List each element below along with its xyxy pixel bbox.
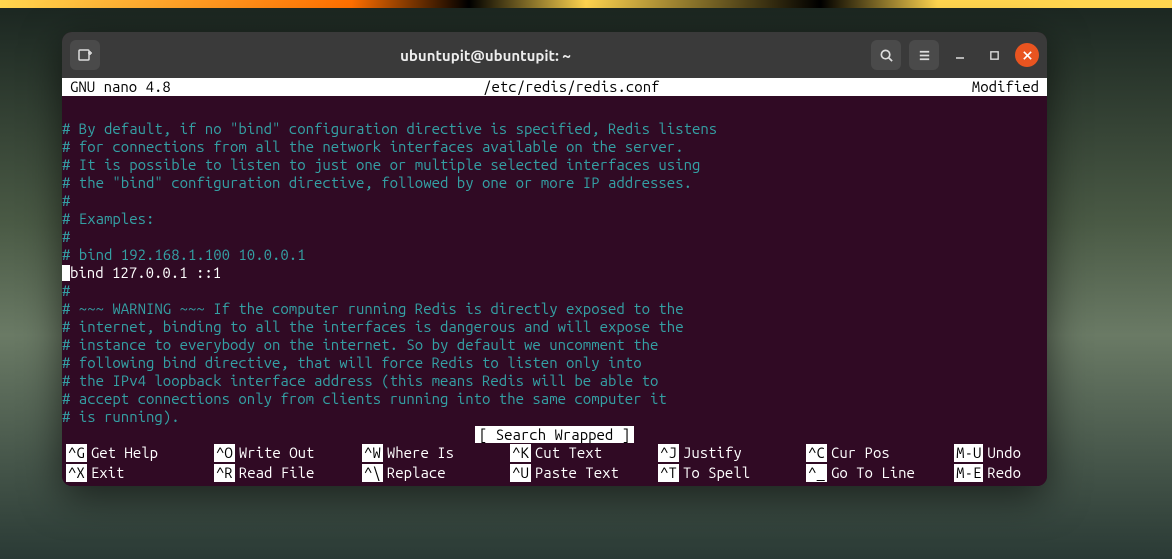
editor-line: # ~~~ WARNING ~~~ If the computer runnin… — [62, 300, 1047, 318]
shortcut-item: ^XExit — [66, 464, 214, 482]
shortcut-item: ^WWhere Is — [362, 444, 510, 462]
editor-line: # By default, if no "bind" configuration… — [62, 120, 1047, 138]
editor-line: # accept connections only from clients r… — [62, 390, 1047, 408]
editor-line: # Examples: — [62, 210, 1047, 228]
minimize-button[interactable] — [947, 42, 973, 68]
shortcut-label: Go To Line — [831, 464, 915, 482]
shortcut-label: Cur Pos — [831, 444, 890, 462]
editor-line: # It is possible to listen to just one o… — [62, 156, 1047, 174]
editor-line: # — [62, 282, 1047, 300]
shortcut-key: ^G — [66, 444, 87, 462]
shortcut-item: M-UUndo — [954, 444, 1043, 462]
shortcut-label: Exit — [91, 464, 125, 482]
terminal-body[interactable]: GNU nano 4.8 /etc/redis/redis.conf Modif… — [62, 78, 1047, 486]
window-titlebar[interactable]: ubuntupit@ubuntupit: ~ — [62, 32, 1047, 78]
editor-line: # — [62, 192, 1047, 210]
shortcut-item: ^GGet Help — [66, 444, 214, 462]
shortcut-label: Paste Text — [535, 464, 619, 482]
shortcut-key: ^W — [362, 444, 383, 462]
shortcut-key: ^X — [66, 464, 87, 482]
shortcut-label: Write Out — [239, 444, 315, 462]
shortcut-key: M-E — [954, 464, 983, 482]
shortcut-item: ^_Go To Line — [806, 464, 954, 482]
search-button[interactable] — [871, 40, 901, 70]
editor-line: # bind 192.168.1.100 10.0.0.1 — [62, 246, 1047, 264]
editor-line: bind 127.0.0.1 ::1 — [62, 264, 1047, 282]
editor-line: # following bind directive, that will fo… — [62, 354, 1047, 372]
shortcut-label: Replace — [387, 464, 446, 482]
shortcut-item: ^CCur Pos — [806, 444, 954, 462]
shortcut-label: Where Is — [387, 444, 454, 462]
shortcut-key: ^U — [510, 464, 531, 482]
shortcut-label: Cut Text — [535, 444, 602, 462]
shortcut-label: To Spell — [683, 464, 750, 482]
shortcut-key: ^T — [658, 464, 679, 482]
maximize-button[interactable] — [981, 42, 1007, 68]
shortcut-label: Read File — [239, 464, 315, 482]
shortcut-item: ^\Replace — [362, 464, 510, 482]
shortcut-label: Redo — [987, 464, 1021, 482]
shortcut-key: ^_ — [806, 464, 827, 482]
nano-modified-label: Modified — [972, 78, 1047, 96]
shortcut-item: ^KCut Text — [510, 444, 658, 462]
shortcut-key: ^J — [658, 444, 679, 462]
editor-line: # is running). — [62, 408, 1047, 426]
editor-line — [62, 102, 1047, 120]
shortcut-key: ^C — [806, 444, 827, 462]
close-button[interactable] — [1015, 43, 1039, 67]
shortcut-label: Justify — [683, 444, 742, 462]
shortcut-row-2: ^XExit^RRead File^\Replace^UPaste Text^T… — [62, 464, 1047, 484]
shortcut-item: ^JJustify — [658, 444, 806, 462]
window-title: ubuntupit@ubuntupit: ~ — [106, 47, 865, 64]
shortcut-label: Get Help — [91, 444, 158, 462]
editor-line: # for connections from all the network i… — [62, 138, 1047, 156]
editor-content[interactable]: # By default, if no "bind" configuration… — [62, 96, 1047, 426]
shortcut-key: ^R — [214, 464, 235, 482]
editor-line: # — [62, 228, 1047, 246]
new-tab-button[interactable] — [70, 40, 100, 70]
shortcut-item: ^UPaste Text — [510, 464, 658, 482]
shortcut-row-1: ^GGet Help^OWrite Out^WWhere Is^KCut Tex… — [62, 444, 1047, 464]
shortcut-key: M-U — [954, 444, 983, 462]
editor-line: # the "bind" configuration directive, fo… — [62, 174, 1047, 192]
shortcut-item: ^OWrite Out — [214, 444, 362, 462]
shortcut-item: ^RRead File — [214, 464, 362, 482]
editor-line: # instance to everybody on the internet.… — [62, 336, 1047, 354]
shortcut-key: ^\ — [362, 464, 383, 482]
shortcut-key: ^O — [214, 444, 235, 462]
shortcut-item: M-ERedo — [954, 464, 1043, 482]
nano-app-name: GNU nano 4.8 — [62, 78, 171, 96]
shortcut-key: ^K — [510, 444, 531, 462]
editor-line: # internet, binding to all the interface… — [62, 318, 1047, 336]
nano-status-bar: GNU nano 4.8 /etc/redis/redis.conf Modif… — [62, 78, 1047, 96]
shortcut-label: Undo — [987, 444, 1021, 462]
nano-file-path: /etc/redis/redis.conf — [171, 78, 972, 96]
editor-line: # the IPv4 loopback interface address (t… — [62, 372, 1047, 390]
search-status: [ Search Wrapped ] — [62, 426, 1047, 444]
terminal-window: ubuntupit@ubuntupit: ~ — [62, 32, 1047, 486]
shortcut-item: ^TTo Spell — [658, 464, 806, 482]
menu-button[interactable] — [909, 40, 939, 70]
